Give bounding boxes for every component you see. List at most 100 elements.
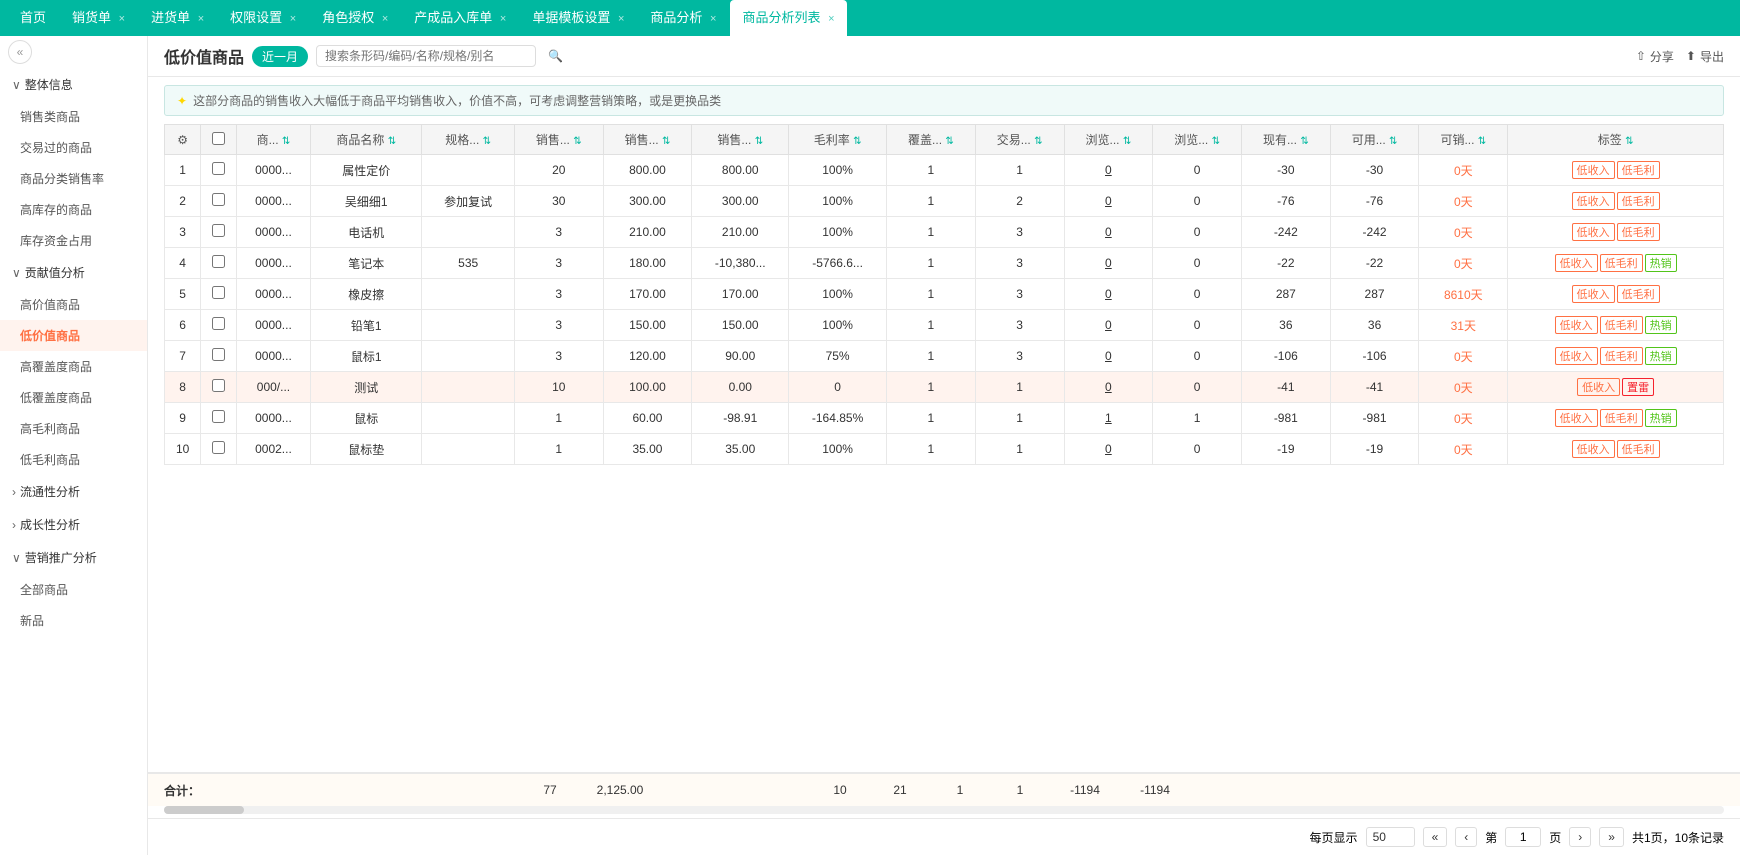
sidebar-section-overview[interactable]: ∨整体信息 (0, 68, 147, 101)
th-settings[interactable]: ⚙ (165, 125, 201, 155)
sidebar-item-low-margin[interactable]: 低毛利商品 (0, 444, 147, 475)
cell-checkbox[interactable] (201, 186, 237, 217)
th-views1[interactable]: 浏览... ⇅ (1064, 125, 1153, 155)
share-button[interactable]: ⇧ 分享 (1636, 48, 1674, 65)
sidebar-item-high-value[interactable]: 高价值商品 (0, 289, 147, 320)
cell-code: 0000... (236, 186, 310, 217)
nav-purchase-order[interactable]: 进货单 × (139, 0, 216, 36)
cell-col13: -242 (1241, 217, 1330, 248)
cell-col11[interactable]: 0 (1064, 341, 1153, 372)
cell-checkbox[interactable] (201, 341, 237, 372)
nav-home[interactable]: 首页 (8, 0, 58, 36)
th-spec[interactable]: 规格... ⇅ (422, 125, 514, 155)
row-checkbox[interactable] (212, 286, 225, 299)
th-views2[interactable]: 浏览... ⇅ (1153, 125, 1242, 155)
cell-checkbox[interactable] (201, 372, 237, 403)
row-checkbox[interactable] (212, 348, 225, 361)
nav-permission[interactable]: 权限设置 × (218, 0, 308, 36)
row-checkbox[interactable] (212, 317, 225, 330)
row-checkbox[interactable] (212, 255, 225, 268)
th-sales1[interactable]: 销售... ⇅ (514, 125, 603, 155)
cell-col6: 35.00 (603, 434, 692, 465)
per-page-select[interactable]: 50 100 200 (1366, 827, 1415, 847)
sidebar-section-marketing[interactable]: ∨营销推广分析 (0, 541, 147, 574)
cell-col11[interactable]: 0 (1064, 186, 1153, 217)
nav-template[interactable]: 单据模板设置 × (520, 0, 636, 36)
row-checkbox[interactable] (212, 410, 225, 423)
sidebar-item-high-coverage[interactable]: 高覆盖度商品 (0, 351, 147, 382)
first-page-button[interactable]: « (1423, 827, 1448, 847)
sidebar-item-sales-category[interactable]: 销售类商品 (0, 101, 147, 132)
cell-checkbox[interactable] (201, 217, 237, 248)
row-checkbox[interactable] (212, 441, 225, 454)
th-checkbox[interactable] (201, 125, 237, 155)
scrollbar-thumb[interactable] (164, 806, 244, 814)
cell-col11[interactable]: 0 (1064, 434, 1153, 465)
sidebar-section-contribution[interactable]: ∨贡献值分析 (0, 256, 147, 289)
cell-col6: 300.00 (603, 186, 692, 217)
cell-checkbox[interactable] (201, 155, 237, 186)
cell-code: 0000... (236, 310, 310, 341)
nav-sales-order[interactable]: 销货单 × (60, 0, 137, 36)
th-name[interactable]: 商品名称 ⇅ (311, 125, 422, 155)
page-number-input[interactable] (1505, 827, 1541, 847)
last-page-button[interactable]: » (1599, 827, 1624, 847)
sidebar-item-category-sales-rate[interactable]: 商品分类销售率 (0, 163, 147, 194)
nav-role-auth[interactable]: 角色授权 × (310, 0, 400, 36)
th-sales3[interactable]: 销售... ⇅ (692, 125, 789, 155)
cell-checkbox[interactable] (201, 310, 237, 341)
sidebar-item-high-stock[interactable]: 高库存的商品 (0, 194, 147, 225)
cell-checkbox[interactable] (201, 279, 237, 310)
sidebar-section-circulation[interactable]: ›流通性分析 (0, 475, 147, 508)
row-checkbox[interactable] (212, 224, 225, 237)
cell-col11[interactable]: 0 (1064, 372, 1153, 403)
th-current-stock[interactable]: 现有... ⇅ (1241, 125, 1330, 155)
cell-col6: 100.00 (603, 372, 692, 403)
search-icon[interactable]: 🔍 (548, 49, 563, 63)
cell-col11[interactable]: 0 (1064, 248, 1153, 279)
sidebar-item-traded[interactable]: 交易过的商品 (0, 132, 147, 163)
nav-product-analysis[interactable]: 商品分析 × (638, 0, 728, 36)
sidebar-item-low-coverage[interactable]: 低覆盖度商品 (0, 382, 147, 413)
cell-checkbox[interactable] (201, 248, 237, 279)
cell-col11[interactable]: 0 (1064, 155, 1153, 186)
horizontal-scrollbar[interactable] (164, 806, 1724, 814)
th-available-stock[interactable]: 可用... ⇅ (1330, 125, 1419, 155)
row-checkbox[interactable] (212, 379, 225, 392)
cell-col11[interactable]: 0 (1064, 310, 1153, 341)
row-checkbox[interactable] (212, 162, 225, 175)
th-tags[interactable]: 标签 ⇅ (1508, 125, 1724, 155)
cell-days: 0天 (1419, 248, 1508, 279)
nav-product-analysis-list[interactable]: 商品分析列表 × (730, 0, 846, 36)
cell-checkbox[interactable] (201, 434, 237, 465)
sidebar-item-low-value[interactable]: 低价值商品 (0, 320, 147, 351)
th-coverage[interactable]: 覆盖... ⇅ (887, 125, 976, 155)
sidebar-item-all-products[interactable]: 全部商品 (0, 574, 147, 605)
sidebar-section-growth[interactable]: ›成长性分析 (0, 508, 147, 541)
search-input[interactable] (316, 45, 536, 67)
cell-col11[interactable]: 0 (1064, 279, 1153, 310)
sidebar-item-stock-capital[interactable]: 库存资金占用 (0, 225, 147, 256)
footer-col9: 10 (810, 780, 870, 800)
cell-col11[interactable]: 1 (1064, 403, 1153, 434)
th-sales2[interactable]: 销售... ⇅ (603, 125, 692, 155)
table-row: 90000...鼠标160.00-98.91-164.85%1111-981-9… (165, 403, 1724, 434)
th-sellable[interactable]: 可销... ⇅ (1419, 125, 1508, 155)
export-button[interactable]: ⬆ 导出 (1686, 48, 1724, 65)
sidebar-item-high-margin[interactable]: 高毛利商品 (0, 413, 147, 444)
nav-product-stock[interactable]: 产成品入库单 × (402, 0, 518, 36)
th-code[interactable]: 商... ⇅ (236, 125, 310, 155)
prev-page-button[interactable]: ‹ (1455, 827, 1477, 847)
select-all-checkbox[interactable] (212, 132, 225, 145)
th-transaction[interactable]: 交易... ⇅ (975, 125, 1064, 155)
cell-checkbox[interactable] (201, 403, 237, 434)
cell-col5: 1 (514, 403, 603, 434)
th-margin-rate[interactable]: 毛利率 ⇅ (789, 125, 887, 155)
next-page-button[interactable]: › (1569, 827, 1591, 847)
row-checkbox[interactable] (212, 193, 225, 206)
cell-index: 2 (165, 186, 201, 217)
filter-tag-recent-month[interactable]: 近一月 (252, 46, 308, 67)
sidebar-item-new-products[interactable]: 新品 (0, 605, 147, 636)
cell-col11[interactable]: 0 (1064, 217, 1153, 248)
sidebar-collapse-button[interactable]: « (8, 40, 32, 64)
